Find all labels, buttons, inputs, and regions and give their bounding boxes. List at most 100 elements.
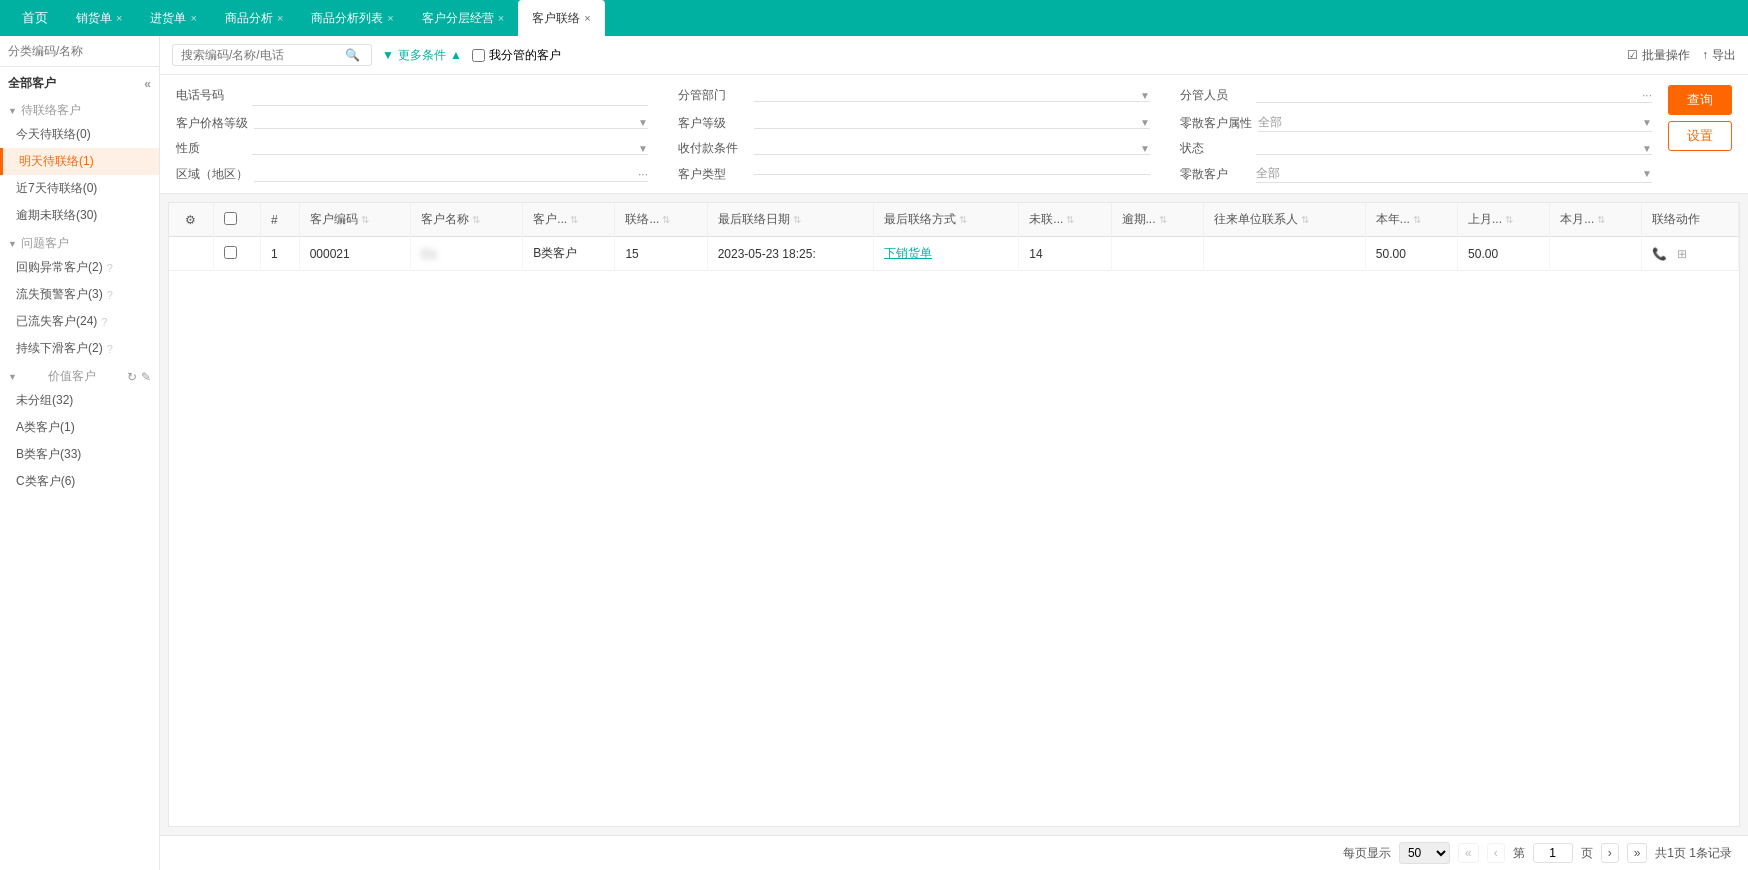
filter-status-select[interactable]: ▼	[1256, 143, 1652, 155]
filter-icon: ▼	[382, 48, 394, 62]
sidebar-item-declining[interactable]: 持续下滑客户(2) ?	[0, 335, 159, 362]
chevron-down-icon: ▼	[1140, 90, 1150, 101]
sort-icon[interactable]: ⇅	[1066, 214, 1074, 225]
nav-tab-sales[interactable]: 销货单 ×	[62, 0, 136, 36]
filter-retail-customer-select[interactable]: 全部 ▼	[1256, 165, 1652, 183]
edit-icon[interactable]: ✎	[141, 370, 151, 384]
sort-icon[interactable]: ⇅	[1505, 214, 1513, 225]
filter-row-1: 电话号码 分管部门 ▼ 分管人员	[176, 85, 1652, 106]
my-customers-check[interactable]	[472, 49, 485, 62]
nav-tab-analysis[interactable]: 商品分析 ×	[211, 0, 297, 36]
sort-icon[interactable]: ⇅	[959, 214, 967, 225]
filter-label-dept: 分管部门	[678, 87, 748, 104]
sidebar-item-today[interactable]: 今天待联络(0)	[0, 121, 159, 148]
pagination-bar: 每页显示 50 100 200 « ‹ 第 页 › » 共1页 1条记录	[160, 835, 1748, 870]
close-icon[interactable]: ×	[190, 12, 196, 24]
page-input[interactable]	[1533, 843, 1573, 863]
nav-tab-customer-tier[interactable]: 客户分层经营 ×	[408, 0, 518, 36]
sidebar-item-churn-warning[interactable]: 流失预警客户(3) ?	[0, 281, 159, 308]
info-icon[interactable]: ?	[101, 316, 107, 328]
nav-home[interactable]: 首页	[8, 0, 62, 36]
sort-icon[interactable]: ⇅	[1413, 214, 1421, 225]
last-page-btn[interactable]: »	[1627, 843, 1648, 863]
sidebar-item-class-c[interactable]: C类客户(6)	[0, 468, 159, 495]
filter-customer-type-select[interactable]	[754, 174, 1150, 175]
td-this-month	[1550, 237, 1642, 271]
export-btn[interactable]: ↑ 导出	[1702, 47, 1736, 64]
chevron-down-icon: ▼	[638, 117, 648, 128]
sort-icon[interactable]: ⇅	[662, 214, 670, 225]
sort-icon[interactable]: ⇅	[472, 214, 480, 225]
td-contact-person	[1203, 237, 1365, 271]
settings-icon[interactable]: ⚙	[185, 213, 196, 227]
th-contact-person: 往来单位联系人 ⇅	[1203, 203, 1365, 237]
next-page-btn[interactable]: ›	[1601, 843, 1619, 863]
filter-cell-customer-type: 客户类型	[678, 166, 1150, 183]
sort-icon[interactable]: ⇅	[1597, 214, 1605, 225]
action-more-icon[interactable]: ⊞	[1677, 247, 1687, 261]
sidebar-all-customers[interactable]: 全部客户 «	[0, 67, 159, 96]
last-contact-way-link[interactable]: 下销货单	[884, 246, 932, 260]
prev-page-btn[interactable]: ‹	[1487, 843, 1505, 863]
filter-region-select[interactable]: ···	[254, 167, 648, 182]
sidebar-item-ungrouped[interactable]: 未分组(32)	[0, 387, 159, 414]
sort-icon[interactable]: ⇅	[1159, 214, 1167, 225]
search-icon[interactable]: 🔍	[345, 48, 360, 62]
filter-dept-select[interactable]: ▼	[754, 90, 1150, 102]
filter-cell-region: 区域（地区） ···	[176, 166, 648, 183]
filter-price-level-select[interactable]: ▼	[254, 117, 648, 129]
sidebar-search-input[interactable]	[8, 44, 158, 58]
close-icon[interactable]: ×	[116, 12, 122, 24]
filter-row-3: 性质 ▼ 收付款条件 ▼	[176, 140, 1652, 157]
close-icon[interactable]: ×	[387, 12, 393, 24]
sidebar-item-7days[interactable]: 近7天待联络(0)	[0, 175, 159, 202]
collapse-icon[interactable]: «	[144, 77, 151, 91]
batch-ops-btn[interactable]: ☑ 批量操作	[1627, 47, 1690, 64]
search-input[interactable]	[181, 48, 341, 62]
nav-tab-analysis-list[interactable]: 商品分析列表 ×	[297, 0, 407, 36]
close-icon[interactable]: ×	[498, 12, 504, 24]
filter-action-btns: 查询 设置	[1668, 85, 1732, 183]
info-icon[interactable]: ?	[107, 343, 113, 355]
close-icon[interactable]: ×	[584, 12, 590, 24]
my-customers-checkbox[interactable]: 我分管的客户	[472, 47, 561, 64]
reset-button[interactable]: 设置	[1668, 121, 1732, 151]
refresh-icon[interactable]: ↻	[127, 370, 137, 384]
filter-customer-level-select[interactable]: ▼	[754, 117, 1150, 129]
nav-tab-customer-contact[interactable]: 客户联络 ×	[518, 0, 604, 36]
th-overdue: 逾期... ⇅	[1111, 203, 1203, 237]
first-page-btn[interactable]: «	[1458, 843, 1479, 863]
filter-payment-select[interactable]: ▼	[754, 143, 1150, 155]
td-overdue	[1111, 237, 1203, 271]
nav-tab-purchase[interactable]: 进货单 ×	[136, 0, 210, 36]
filter-nature-select[interactable]: ▼	[252, 143, 648, 155]
info-icon[interactable]: ?	[107, 262, 113, 274]
sidebar-item-class-a[interactable]: A类客户(1)	[0, 414, 159, 441]
sort-icon[interactable]: ⇅	[361, 214, 369, 225]
td-index: 1	[261, 237, 300, 271]
td-uncontacted: 14	[1019, 237, 1111, 271]
sidebar-item-class-b[interactable]: B类客户(33)	[0, 441, 159, 468]
th-this-month: 本月... ⇅	[1550, 203, 1642, 237]
sort-icon[interactable]: ⇅	[570, 214, 578, 225]
sidebar-item-churned[interactable]: 已流失客户(24) ?	[0, 308, 159, 335]
action-phone-icon[interactable]: 📞	[1652, 247, 1667, 261]
info-icon[interactable]: ?	[107, 289, 113, 301]
sort-icon[interactable]: ⇅	[1301, 214, 1309, 225]
sort-icon[interactable]: ⇅	[793, 214, 801, 225]
filter-retail-attr-select[interactable]: 全部 ▼	[1258, 114, 1652, 132]
close-icon[interactable]: ×	[277, 12, 283, 24]
row-checkbox[interactable]	[224, 246, 237, 259]
filter-btn[interactable]: ▼ 更多条件 ▲	[382, 47, 462, 64]
sidebar-item-repurchase-anomaly[interactable]: 回购异常客户(2) ?	[0, 254, 159, 281]
select-all-checkbox[interactable]	[224, 212, 237, 225]
per-page-select[interactable]: 50 100 200	[1399, 842, 1450, 864]
query-button[interactable]: 查询	[1668, 85, 1732, 115]
sidebar-item-overdue[interactable]: 逾期未联络(30)	[0, 202, 159, 229]
filter-input-phone[interactable]	[252, 85, 648, 106]
sidebar-item-tomorrow[interactable]: 明天待联络(1)	[0, 148, 159, 175]
all-customers-label: 全部客户	[8, 75, 56, 92]
filter-cell-nature: 性质 ▼	[176, 140, 648, 157]
td-settings	[169, 237, 213, 271]
filter-manager-select[interactable]: ···	[1256, 88, 1652, 103]
